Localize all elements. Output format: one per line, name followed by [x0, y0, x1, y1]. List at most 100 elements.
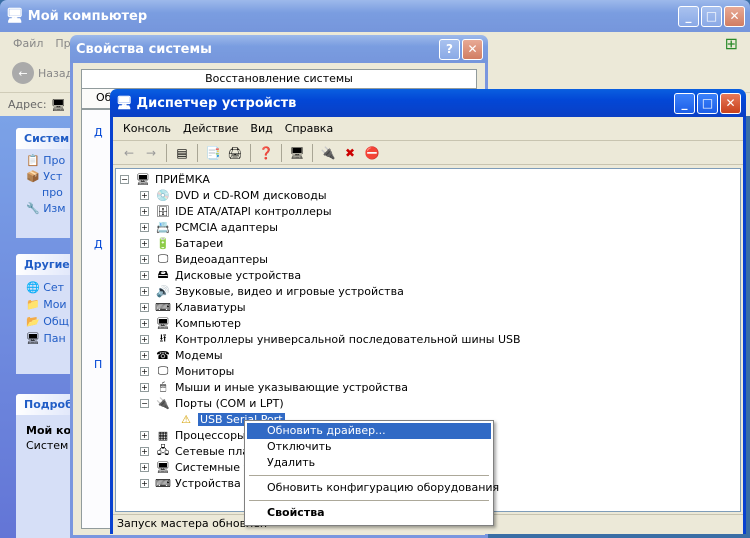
computer-icon: 🖥	[156, 316, 170, 330]
uninstall-icon[interactable]: ✖	[340, 144, 360, 162]
expand-icon[interactable]: +	[140, 462, 149, 472]
system-properties-title: Свойства системы	[76, 41, 212, 57]
menu-console[interactable]: Консоль	[117, 122, 177, 135]
modem-icon: ☎	[156, 348, 170, 362]
tree-node[interactable]: + ⌨ Клавиатуры	[140, 299, 246, 315]
menu-item-properties[interactable]: Свойства	[247, 505, 491, 521]
close-button[interactable]: ✕	[720, 92, 741, 114]
scan-hardware-icon[interactable]: 🔌	[318, 144, 338, 162]
collapse-icon[interactable]: −	[140, 398, 149, 408]
expand-icon[interactable]: +	[140, 382, 149, 392]
properties-icon[interactable]: 📑	[203, 144, 223, 162]
expand-icon[interactable]: +	[140, 190, 149, 200]
menu-file[interactable]: Файл	[0, 37, 51, 50]
tree-node[interactable]: + 🗄 IDE ATA/ATAPI контроллеры	[140, 203, 332, 219]
print-icon[interactable]: 🖨	[225, 144, 245, 162]
menu-item-scan-hardware[interactable]: Обновить конфигурацию оборудования	[247, 480, 499, 496]
my-computer-title: Мой компьютер	[27, 8, 148, 24]
tree-node[interactable]: + 🔊 Звуковые, видео и игровые устройства	[140, 283, 404, 299]
tree-node[interactable]: + 💿 DVD и CD-ROM дисководы	[140, 187, 327, 203]
group-label: П	[94, 358, 103, 371]
menu-view[interactable]: Вид	[244, 122, 278, 135]
device-manager-title: Диспетчер устройств	[136, 95, 297, 111]
context-menu: Обновить драйвер... Отключить Удалить Об…	[244, 420, 499, 526]
back-arrow-icon[interactable]: ←	[119, 144, 139, 162]
expand-icon[interactable]: +	[140, 318, 149, 328]
tree-root[interactable]: − 🖥 ПРИЁМКА	[120, 171, 210, 187]
monitor-icon[interactable]: 🖥	[287, 144, 307, 162]
menu-separator	[249, 475, 489, 476]
expand-icon[interactable]: +	[140, 270, 149, 280]
info-icon: 📋	[26, 154, 40, 167]
menu-action[interactable]: Действие	[177, 122, 244, 135]
menu-separator	[249, 500, 489, 501]
expand-icon[interactable]: +	[140, 446, 149, 456]
tree-node[interactable]: + ☎ Модемы	[140, 347, 223, 363]
tree-node[interactable]: + ⌨ Устройства HI	[140, 475, 256, 491]
tree-node[interactable]: + 🖵 Мониторы	[140, 363, 234, 379]
tree-node-ports[interactable]: − 🔌 Порты (COM и LPT)	[140, 395, 284, 411]
close-button[interactable]: ✕	[462, 38, 483, 60]
control-panel-icon: 🖥	[26, 332, 40, 345]
expand-icon[interactable]: +	[140, 430, 149, 440]
tree-node[interactable]: + ⭿ Контроллеры универсальной последовател…	[140, 331, 521, 347]
cdrom-icon: 💿	[156, 188, 170, 202]
address-label: Адрес:	[8, 98, 47, 111]
network-places-icon: 🌐	[26, 281, 40, 294]
minimize-button[interactable]: _	[678, 5, 699, 27]
tree-node[interactable]: + 🔋 Батареи	[140, 235, 223, 251]
tree-node[interactable]: + 🖱 Мыши и иные указывающие устройства	[140, 379, 408, 395]
keyboard-icon: ⌨	[155, 300, 171, 314]
forward-arrow-icon[interactable]: →	[141, 144, 161, 162]
expand-icon[interactable]: +	[140, 222, 149, 232]
menu-item-remove[interactable]: Удалить	[247, 455, 491, 471]
expand-icon[interactable]: +	[140, 366, 149, 376]
tree-node[interactable]: + 📇 PCMCIA адаптеры	[140, 219, 278, 235]
show-hide-tree-icon[interactable]: ▤	[172, 144, 192, 162]
expand-icon[interactable]: +	[140, 286, 149, 296]
device-manager-icon: 🖥	[116, 95, 133, 111]
hid-icon: ⌨	[155, 476, 171, 490]
expand-icon[interactable]: +	[140, 478, 149, 488]
system-icon: 🖥	[156, 460, 170, 474]
help-button[interactable]: ?	[439, 38, 460, 60]
pcmcia-icon: 📇	[156, 220, 170, 234]
group-label: Д	[94, 126, 103, 139]
tree-node[interactable]: + 🖧 Сетевые плат	[140, 443, 255, 459]
maximize-button[interactable]: □	[697, 92, 718, 114]
my-computer-titlebar[interactable]: 🖥 Мой компьютер _ □ ✕	[0, 0, 750, 32]
maximize-button[interactable]: □	[701, 5, 722, 27]
menu-item-update-driver[interactable]: Обновить драйвер...	[247, 423, 491, 439]
computer-icon: 🖥	[136, 172, 150, 186]
windows-logo-icon: ⊞	[724, 33, 738, 53]
close-button[interactable]: ✕	[724, 5, 745, 27]
tab-system-restore[interactable]: Восстановление системы	[81, 69, 477, 89]
expand-icon[interactable]: +	[140, 254, 149, 264]
network-icon: 🖧	[156, 443, 170, 457]
expand-icon[interactable]: +	[140, 238, 149, 248]
expand-icon[interactable]: +	[140, 334, 149, 344]
menu-help[interactable]: Справка	[279, 122, 339, 135]
minimize-button[interactable]: _	[674, 92, 695, 114]
expand-icon[interactable]: +	[140, 302, 149, 312]
sound-icon: 🔊	[156, 284, 170, 298]
system-properties-titlebar[interactable]: Свойства системы ? ✕	[70, 35, 488, 63]
settings-icon: 🔧	[26, 202, 40, 215]
my-documents-icon: 📁	[26, 298, 40, 311]
tree-node[interactable]: + 🖴 Дисковые устройства	[140, 267, 301, 283]
tree-node[interactable]: + ▦ Процессоры	[140, 427, 246, 443]
disable-device-icon[interactable]: ⛔	[362, 144, 382, 162]
collapse-icon[interactable]: −	[120, 174, 129, 184]
usb-icon: ⭿	[159, 331, 167, 345]
expand-icon[interactable]: +	[140, 206, 149, 216]
tree-node[interactable]: + 🖥 Компьютер	[140, 315, 241, 331]
device-manager-titlebar[interactable]: 🖥 Диспетчер устройств _ □ ✕	[110, 89, 746, 117]
back-arrow-icon[interactable]: ←	[12, 62, 34, 84]
cpu-icon: ▦	[157, 428, 169, 442]
address-computer-icon: 🖥	[50, 97, 66, 112]
help-icon[interactable]: ❓	[256, 144, 276, 162]
device-manager-toolbar: ← → ▤ 📑 🖨 ❓ 🖥 🔌 ✖ ⛔	[113, 141, 743, 165]
back-label[interactable]: Назад	[38, 67, 73, 80]
expand-icon[interactable]: +	[140, 350, 149, 360]
menu-item-disable[interactable]: Отключить	[247, 439, 491, 455]
